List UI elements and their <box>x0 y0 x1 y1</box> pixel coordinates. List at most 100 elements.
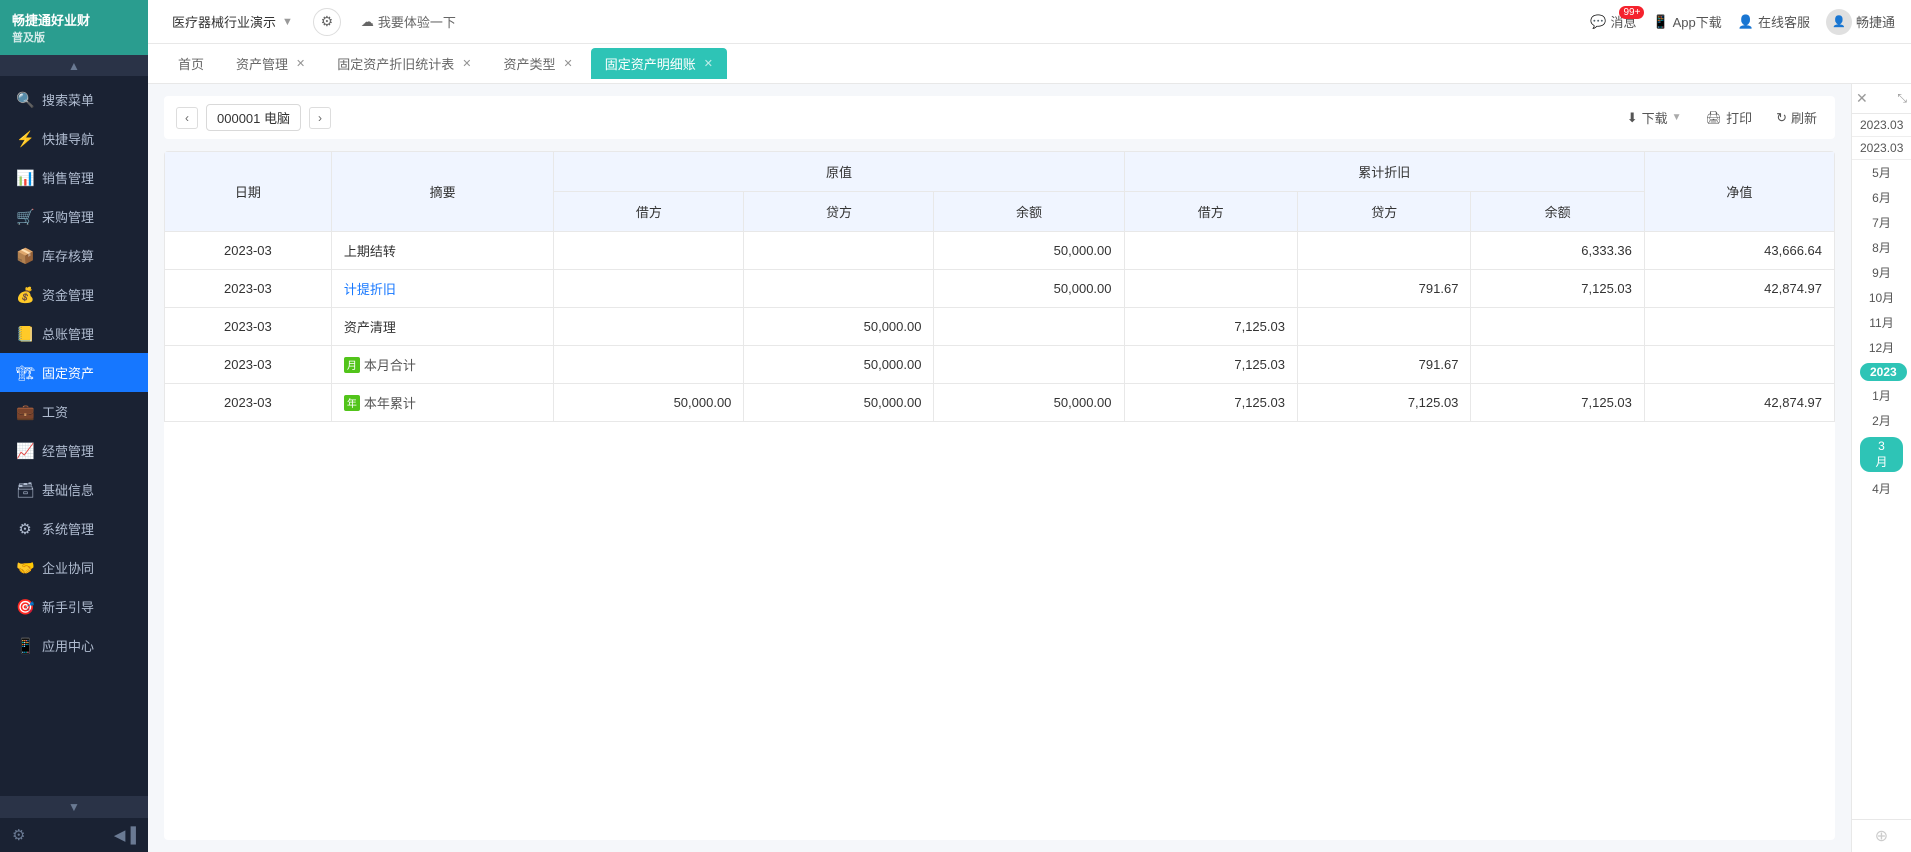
sidebar: 畅捷通好业财 普及版 ▲ 🔍 搜索菜单 ⚡ 快捷导航 📊 销售管理 🛒 采购管理… <box>0 0 148 852</box>
app-logo: 畅捷通好业财 普及版 <box>0 0 148 55</box>
print-label: 打印 <box>1726 108 1752 127</box>
tab-depreciation-stats[interactable]: 固定资产折旧统计表 ✕ <box>323 48 485 79</box>
row-lj-credit <box>1297 308 1470 346</box>
year-badge-icon: 年 <box>344 395 360 411</box>
app-edition: 普及版 <box>12 29 90 45</box>
user-profile[interactable]: 👤 畅捷通 <box>1826 9 1895 35</box>
timeline-year-2023: 2023 <box>1852 360 1911 383</box>
messages-btn[interactable]: 💬 消息 99+ <box>1590 12 1636 31</box>
sidebar-item-base-info[interactable]: 🗃 基础信息 <box>0 470 148 509</box>
row-lj-credit: 7,125.03 <box>1297 384 1470 422</box>
tab-asset-type[interactable]: 资产类型 ✕ <box>489 48 586 79</box>
service-icon: 👤 <box>1738 14 1754 30</box>
sidebar-item-inventory[interactable]: 📦 库存核算 <box>0 236 148 275</box>
row-lj-credit: 791.67 <box>1297 270 1470 308</box>
tab-close-icon[interactable]: ✕ <box>296 57 305 70</box>
timeline-scroll[interactable]: 5月 6月 7月 8月 9月 10月 11月 12月 2023 1月 2月 3月… <box>1852 160 1911 819</box>
tab-bar: 首页 资产管理 ✕ 固定资产折旧统计表 ✕ 资产类型 ✕ 固定资产明细账 ✕ <box>148 44 1911 84</box>
sidebar-item-guide[interactable]: 🎯 新手引导 <box>0 587 148 626</box>
base-info-icon: 🗃 <box>16 481 34 499</box>
tab-label: 固定资产折旧统计表 <box>337 54 454 73</box>
table-row: 2023-03 月 本月合计 50,000.00 7,125.03 <box>165 346 1835 384</box>
app-download-btn[interactable]: 📱 App下载 <box>1652 12 1721 31</box>
tab-home[interactable]: 首页 <box>164 48 218 79</box>
row-lj-debit <box>1124 232 1297 270</box>
customer-service-btn[interactable]: 👤 在线客服 <box>1738 12 1810 31</box>
sidebar-item-payroll[interactable]: 💼 工资 <box>0 392 148 431</box>
settings-icon[interactable]: ⚙ <box>12 826 25 844</box>
sidebar-item-quick-nav[interactable]: ⚡ 快捷导航 <box>0 119 148 158</box>
timeline-item-4[interactable]: 4月 <box>1852 476 1911 501</box>
tab-close-icon[interactable]: ✕ <box>564 57 573 70</box>
row-summary: 资产清理 <box>331 308 554 346</box>
avatar: 👤 <box>1826 9 1852 35</box>
tab-close-icon[interactable]: ✕ <box>704 57 713 70</box>
timeline-current-date: 2023.03 <box>1852 114 1911 137</box>
row-yv-credit <box>744 232 934 270</box>
sidebar-item-label: 库存核算 <box>42 246 94 265</box>
timeline-item-12[interactable]: 12月 <box>1852 335 1911 360</box>
timeline-expand-btn[interactable]: ⤡ <box>1897 91 1907 106</box>
sidebar-item-label: 新手引导 <box>42 597 94 616</box>
row-date: 2023-03 <box>165 308 332 346</box>
download-btn[interactable]: ⬇ 下载 ▼ <box>1621 104 1688 131</box>
sidebar-item-ledger[interactable]: 📒 总账管理 <box>0 314 148 353</box>
sidebar-item-enterprise[interactable]: 🤝 企业协同 <box>0 548 148 587</box>
timeline-item-6[interactable]: 6月 <box>1852 185 1911 210</box>
refresh-btn[interactable]: ↻ 刷新 <box>1770 104 1823 131</box>
row-summary: 年 本年累计 <box>331 384 554 422</box>
timeline-close-btn[interactable]: ✕ <box>1856 90 1868 107</box>
timeline-item-11[interactable]: 11月 <box>1852 310 1911 335</box>
sidebar-item-sales[interactable]: 📊 销售管理 <box>0 158 148 197</box>
sidebar-scroll-up[interactable]: ▲ <box>0 55 148 76</box>
sidebar-item-label: 基础信息 <box>42 480 94 499</box>
row-lj-credit: 791.67 <box>1297 346 1470 384</box>
sidebar-nav: 🔍 搜索菜单 ⚡ 快捷导航 📊 销售管理 🛒 采购管理 📦 库存核算 💰 资金管… <box>0 76 148 796</box>
cloud-icon: ☁ <box>361 14 374 30</box>
row-summary: 上期结转 <box>331 232 554 270</box>
sidebar-item-purchase[interactable]: 🛒 采购管理 <box>0 197 148 236</box>
col-summary: 摘要 <box>331 152 554 232</box>
col-accumulated-depreciation: 累计折旧 <box>1124 152 1644 192</box>
sidebar-item-search[interactable]: 🔍 搜索菜单 <box>0 80 148 119</box>
tab-label: 资产类型 <box>503 54 555 73</box>
project-selector[interactable]: 医疗器械行业演示 ▼ <box>164 8 301 35</box>
timeline-item-3-active[interactable]: 3月 <box>1852 433 1911 476</box>
timeline-item-2[interactable]: 2月 <box>1852 408 1911 433</box>
table-row: 2023-03 上期结转 50,000.00 6,333.36 43,666.6… <box>165 232 1835 270</box>
prev-asset-btn[interactable]: ‹ <box>176 107 198 129</box>
timeline-item-5[interactable]: 5月 <box>1852 160 1911 185</box>
sidebar-item-funds[interactable]: 💰 资金管理 <box>0 275 148 314</box>
payroll-icon: 💼 <box>16 403 34 421</box>
sidebar-item-fixed-assets[interactable]: 🏗 固定资产 <box>0 353 148 392</box>
timeline-item-8[interactable]: 8月 <box>1852 235 1911 260</box>
tab-asset-detail[interactable]: 固定资产明细账 ✕ <box>591 48 727 79</box>
print-btn[interactable]: 🖨 打印 <box>1700 104 1759 131</box>
sidebar-item-label: 快捷导航 <box>42 129 94 148</box>
sidebar-item-label: 应用中心 <box>42 636 94 655</box>
sidebar-item-app-center[interactable]: 📱 应用中心 <box>0 626 148 665</box>
settings-btn[interactable]: ⚙ <box>313 8 341 36</box>
experience-btn[interactable]: ☁ 我要体验一下 <box>353 8 464 35</box>
row-net-value: 42,874.97 <box>1644 384 1834 422</box>
timeline-item-1[interactable]: 1月 <box>1852 383 1911 408</box>
service-label: 在线客服 <box>1758 12 1810 31</box>
ledger-icon: 📒 <box>16 325 34 343</box>
timeline-current-date2: 2023.03 <box>1852 137 1911 160</box>
tab-asset-mgmt[interactable]: 资产管理 ✕ <box>222 48 319 79</box>
tab-close-icon[interactable]: ✕ <box>462 57 471 70</box>
sidebar-item-system[interactable]: ⚙ 系统管理 <box>0 509 148 548</box>
timeline-header: ✕ ⤡ <box>1852 84 1911 114</box>
row-yv-credit: 50,000.00 <box>744 308 934 346</box>
timeline-down-icon[interactable]: ⊕ <box>1875 828 1888 845</box>
timeline-item-9[interactable]: 9月 <box>1852 260 1911 285</box>
collapse-icon[interactable]: ◀▐ <box>114 826 136 844</box>
next-asset-btn[interactable]: › <box>309 107 331 129</box>
timeline-item-7[interactable]: 7月 <box>1852 210 1911 235</box>
sidebar-item-operations[interactable]: 📈 经营管理 <box>0 431 148 470</box>
row-date: 2023-03 <box>165 384 332 422</box>
timeline-item-10[interactable]: 10月 <box>1852 285 1911 310</box>
guide-icon: 🎯 <box>16 598 34 616</box>
table-row: 2023-03 年 本年累计 50,000.00 50,000.00 50,00… <box>165 384 1835 422</box>
sidebar-scroll-down[interactable]: ▼ <box>0 796 148 817</box>
